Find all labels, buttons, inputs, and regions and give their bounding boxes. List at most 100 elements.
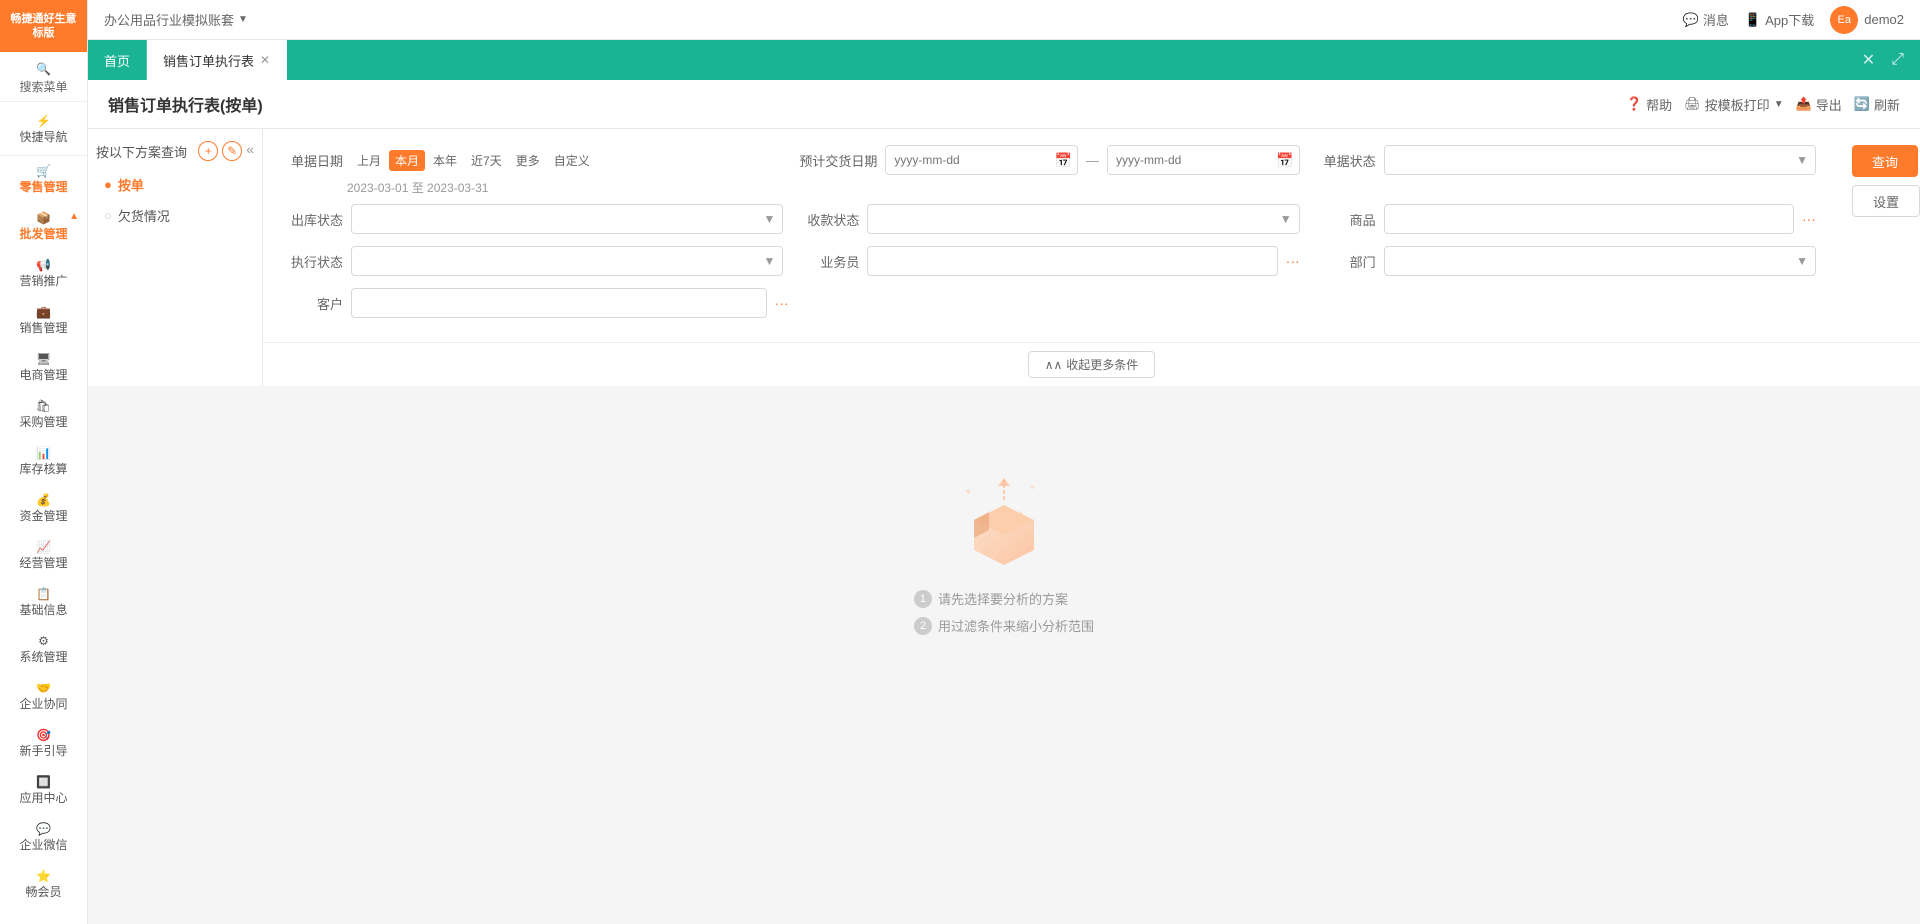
expand-icon: ▲ [69,211,79,222]
tab-close-icon[interactable]: ✕ [260,53,270,67]
tabbar: 首页 销售订单执行表 ✕ ✕ ⤢ [88,40,1920,80]
filter-right-panel: 单据日期 上月 本月 本年 近7天 更多 自定义 [263,129,1920,386]
exec-status-select[interactable] [351,246,783,276]
sidebar-item-ecommerce[interactable]: 🖥 电商管理 [0,344,87,391]
sidebar-item-newuser[interactable]: 🎯 新手引导 [0,720,87,767]
search-menu-button[interactable]: 🔍 搜索菜单 [4,58,83,99]
retail-label: 零售管理 [19,178,67,195]
salesperson-more-icon[interactable]: ··· [1286,253,1300,269]
empty-tip-1: 1 请先选择要分析的方案 [914,589,1094,608]
page-title: 销售订单执行表(按单) [108,92,263,116]
marketing-icon: 📢 [36,258,51,272]
help-button[interactable]: ❓ 帮助 [1626,95,1672,114]
expected-date-label: 预计交货日期 [799,151,877,170]
set-button[interactable]: 设置 [1852,185,1920,217]
tab-sales-order-label: 销售订单执行表 [163,51,254,70]
app-download-button[interactable]: 📱 App下载 [1745,10,1814,29]
sidebar-item-wxwork[interactable]: 💬 企业微信 [0,814,87,861]
inventory-label: 库存核算 [19,460,67,477]
sidebar-item-basic[interactable]: 📋 基础信息 [0,579,87,626]
quick-this-year[interactable]: 本年 [427,150,463,171]
sidebar-item-wholesale[interactable]: 📦 批发管理 ▲ [0,203,87,250]
company-selector[interactable]: 办公用品行业模拟账套 ▼ [104,10,248,29]
tab-sales-order[interactable]: 销售订单执行表 ✕ [147,40,287,80]
export-button[interactable]: 📤 导出 [1796,95,1842,114]
customer-more-icon[interactable]: ··· [775,295,789,311]
filter-field-goods: 商品 ··· [1316,204,1816,234]
sidebar-item-marketing[interactable]: 📢 营销推广 [0,250,87,297]
filter-field-salesperson: 业务员 ··· [799,246,1299,276]
topbar-left: 办公用品行业模拟账套 ▼ [104,10,248,29]
sidebar-item-finance[interactable]: 💰 资金管理 [0,485,87,532]
message-button[interactable]: 💬 消息 [1683,10,1729,29]
user-profile[interactable]: Ea demo2 [1830,6,1904,34]
out-status-select[interactable] [351,204,783,234]
quick-nav-item[interactable]: ⚡ 快捷导航 [0,106,87,153]
sidebar-item-sales[interactable]: 💼 销售管理 [0,297,87,344]
export-icon: 📤 [1796,96,1812,112]
doc-status-select[interactable] [1384,145,1816,175]
sidebar-item-inventory[interactable]: 📊 库存核算 [0,438,87,485]
fullscreen-button[interactable]: ⤢ [1887,47,1908,73]
plan-label-按单: 按单 [118,175,144,194]
salesperson-label: 业务员 [799,252,859,271]
tip-num-1: 1 [914,590,932,608]
app-logo: 畅捷通好生意 标版 [0,0,87,52]
date-label: 单据日期 [283,151,343,170]
filter-field-out-status: 出库状态 ▼ [283,204,783,234]
topbar: 办公用品行业模拟账套 ▼ 💬 消息 📱 App下载 Ea demo2 [88,0,1920,40]
query-button[interactable]: 查询 [1852,145,1918,177]
page-header-actions: ❓ 帮助 🖨 按模板打印 ▼ 📤 导出 🔄 刷新 [1626,95,1900,114]
sidebar-item-purchase[interactable]: 🛍 采购管理 [0,391,87,438]
filter-main-row: 单据日期 上月 本月 本年 近7天 更多 自定义 [263,129,1920,338]
collapse-left-button[interactable]: « [246,141,254,161]
appstore-icon: 🔲 [36,775,51,789]
main-content: 办公用品行业模拟账套 ▼ 💬 消息 📱 App下载 Ea demo2 首页 销售… [88,0,1920,924]
wxwork-icon: 💬 [36,822,51,836]
refresh-button[interactable]: 🔄 刷新 [1854,95,1900,114]
date-field-group: 上月 本月 本年 近7天 更多 自定义 [351,150,783,171]
expected-date-start[interactable] [885,145,1078,175]
topbar-right: 💬 消息 📱 App下载 Ea demo2 [1683,6,1904,34]
close-tab-button[interactable]: ✕ [1858,46,1879,74]
expected-date-end[interactable] [1107,145,1300,175]
filter-field-date: 单据日期 上月 本月 本年 近7天 更多 自定义 [283,150,783,171]
sidebar-item-retail[interactable]: 🛒 零售管理 [0,156,87,203]
tab-home[interactable]: 首页 [88,40,147,80]
plan-active-icon: ● [104,177,112,192]
collect-status-select[interactable] [867,204,1299,234]
quick-custom[interactable]: 自定义 [548,150,596,171]
plan-item-按单[interactable]: ● 按单 [96,169,254,200]
svg-text:✦: ✦ [1029,483,1036,492]
filter-collapse-bar: ∧∧ 收起更多条件 [263,342,1920,386]
sidebar-item-member[interactable]: ⭐ 畅会员 [0,861,87,908]
quick-more[interactable]: 更多 [510,150,546,171]
sidebar-item-system[interactable]: ⚙ 系统管理 [0,626,87,673]
goods-more-icon[interactable]: ··· [1802,211,1816,227]
sidebar-item-appstore[interactable]: 🔲 应用中心 [0,767,87,814]
wholesale-label: 批发管理 [19,225,67,242]
exec-status-label: 执行状态 [283,252,343,271]
sidebar-item-operations[interactable]: 📈 经营管理 [0,532,87,579]
wxwork-label: 企业微信 [19,836,67,853]
sidebar-item-corp[interactable]: 🤝 企业协同 [0,673,87,720]
quick-this-month[interactable]: 本月 [389,150,425,171]
help-icon: ❓ [1626,96,1642,112]
quick-last-month[interactable]: 上月 [351,150,387,171]
plan-item-欠货情况[interactable]: ○ 欠货情况 [96,200,254,231]
finance-label: 资金管理 [19,507,67,524]
add-scheme-button[interactable]: + [198,141,218,161]
dept-select[interactable] [1384,246,1816,276]
inventory-icon: 📊 [36,446,51,460]
print-button[interactable]: 🖨 按模板打印 ▼ [1684,95,1783,114]
customer-input[interactable] [351,288,767,318]
salesperson-input[interactable] [867,246,1277,276]
home-label: 首页 [104,51,130,70]
collapse-more-button[interactable]: ∧∧ 收起更多条件 [1028,351,1156,378]
filter-left-panel: 按以下方案查询 + ✎ « ● 按单 ○ 欠货情况 [88,129,263,386]
refresh-label: 刷新 [1874,95,1900,114]
goods-input[interactable] [1384,204,1794,234]
quick-7days[interactable]: 近7天 [465,150,508,171]
out-status-label: 出库状态 [283,210,343,229]
edit-scheme-button[interactable]: ✎ [222,141,242,161]
